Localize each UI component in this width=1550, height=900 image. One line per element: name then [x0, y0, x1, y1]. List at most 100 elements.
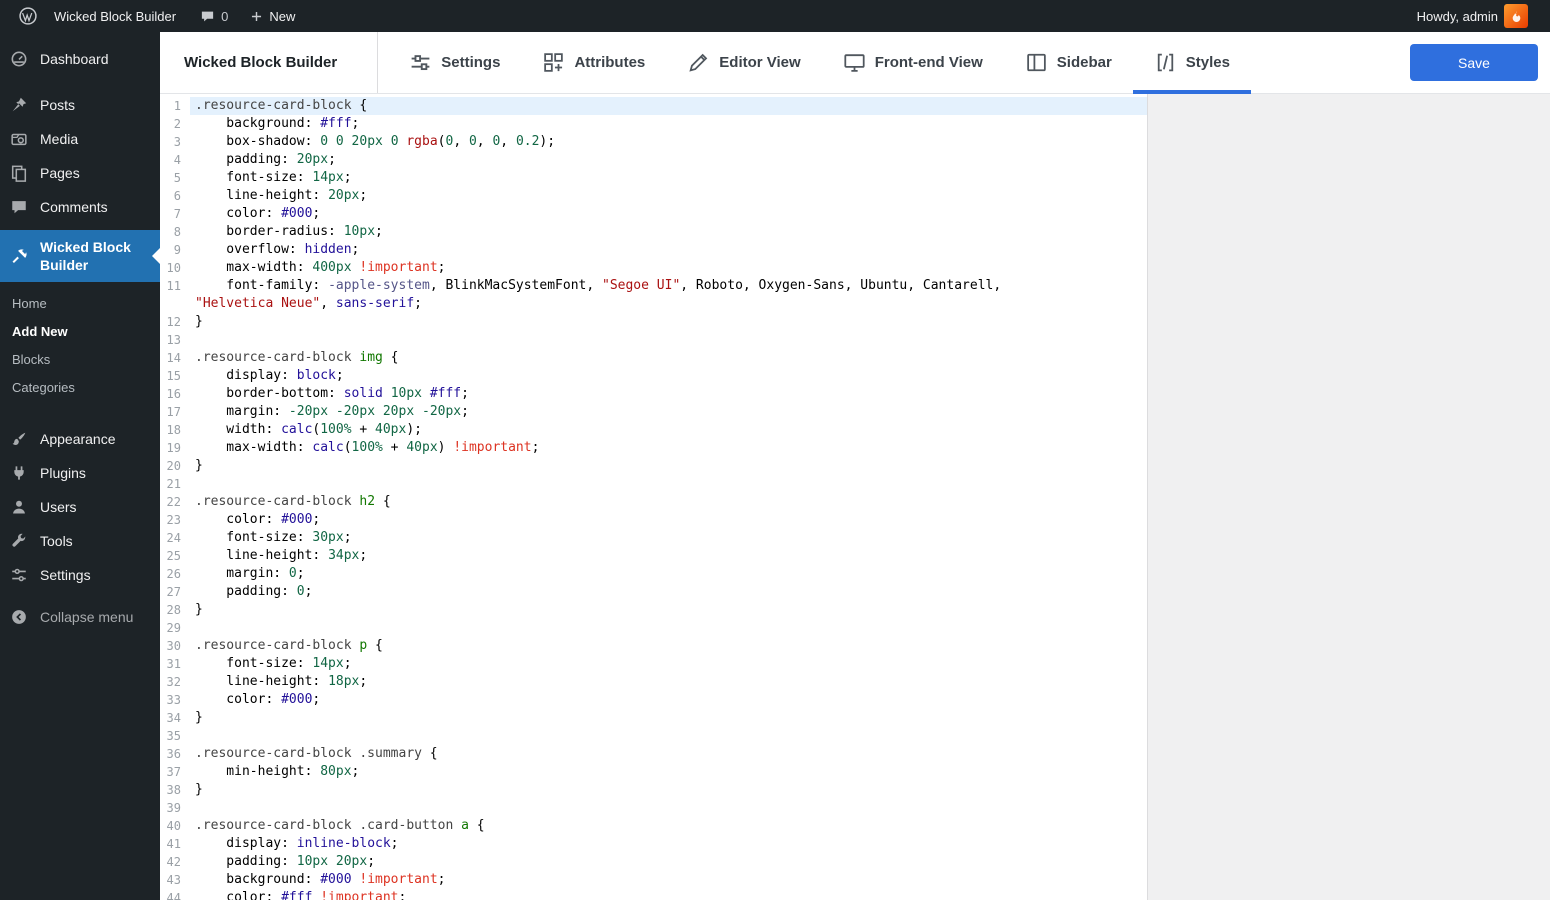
code-line[interactable]: 33 color: #000;	[160, 691, 1147, 709]
code-line[interactable]: "Helvetica Neue", sans-serif;	[160, 295, 1147, 313]
code-line[interactable]: 20}	[160, 457, 1147, 475]
code-line[interactable]: 12}	[160, 313, 1147, 331]
code-line[interactable]: 26 margin: 0;	[160, 565, 1147, 583]
code-line[interactable]: 40.resource-card-block .card-button a {	[160, 817, 1147, 835]
code-line[interactable]: 4 padding: 20px;	[160, 151, 1147, 169]
code-line[interactable]: 10 max-width: 400px !important;	[160, 259, 1147, 277]
camera-icon	[10, 130, 30, 148]
admin-bar-new[interactable]: New	[242, 0, 303, 32]
save-button[interactable]: Save	[1410, 44, 1538, 81]
code-line[interactable]: 35	[160, 727, 1147, 745]
tab-styles[interactable]: Styles	[1133, 32, 1251, 93]
css-code-editor[interactable]: 1.resource-card-block {2 background: #ff…	[160, 94, 1148, 900]
code-line[interactable]: 25 line-height: 34px;	[160, 547, 1147, 565]
admin-bar-comments[interactable]: 0	[192, 0, 236, 32]
code-line[interactable]: 36.resource-card-block .summary {	[160, 745, 1147, 763]
code-line[interactable]: 23 color: #000;	[160, 511, 1147, 529]
code-line[interactable]: 3 box-shadow: 0 0 20px 0 rgba(0, 0, 0, 0…	[160, 133, 1147, 151]
code-line[interactable]: 37 min-height: 80px;	[160, 763, 1147, 781]
code-line[interactable]: 41 display: inline-block;	[160, 835, 1147, 853]
code-line[interactable]: 9 overflow: hidden;	[160, 241, 1147, 259]
comments-count: 0	[221, 9, 228, 24]
sidebar-item-appearance[interactable]: Appearance	[0, 422, 160, 456]
code-line[interactable]: 24 font-size: 30px;	[160, 529, 1147, 547]
user-icon	[10, 498, 30, 516]
sidebar-item-settings[interactable]: Settings	[0, 558, 160, 592]
sidebar-item-dashboard[interactable]: Dashboard	[0, 42, 160, 76]
collapse-menu-button[interactable]: Collapse menu	[0, 600, 160, 634]
tab-attributes[interactable]: Attributes	[521, 32, 666, 93]
code-line[interactable]: 27 padding: 0;	[160, 583, 1147, 601]
line-number: 30	[160, 637, 190, 655]
line-number: 32	[160, 673, 190, 691]
howdy-account-menu[interactable]: Howdy, admin	[1409, 0, 1536, 32]
submenu-item-home[interactable]: Home	[0, 290, 160, 318]
styles-icon	[1154, 51, 1177, 74]
sidebar-item-pages[interactable]: Pages	[0, 156, 160, 190]
sidebar-item-posts[interactable]: Posts	[0, 88, 160, 122]
plugin-toolbar: Wicked Block Builder Settings Attributes	[160, 32, 1550, 94]
code-line[interactable]: 8 border-radius: 10px;	[160, 223, 1147, 241]
sidebar-item-comments[interactable]: Comments	[0, 190, 160, 224]
code-line[interactable]: 21	[160, 475, 1147, 493]
code-line[interactable]: 32 line-height: 18px;	[160, 673, 1147, 691]
sidebar-item-tools[interactable]: Tools	[0, 524, 160, 558]
code-line[interactable]: 7 color: #000;	[160, 205, 1147, 223]
monitor-icon	[843, 51, 866, 74]
tab-front-end-view[interactable]: Front-end View	[822, 32, 1004, 93]
submenu-item-categories[interactable]: Categories	[0, 374, 160, 402]
sidebar-item-plugins[interactable]: Plugins	[0, 456, 160, 490]
line-number: 20	[160, 457, 190, 475]
line-number: 34	[160, 709, 190, 727]
line-number: 36	[160, 745, 190, 763]
tab-sidebar[interactable]: Sidebar	[1004, 32, 1133, 93]
submenu-item-blocks[interactable]: Blocks	[0, 346, 160, 374]
plus-icon	[250, 10, 263, 23]
code-line[interactable]: 18 width: calc(100% + 40px);	[160, 421, 1147, 439]
admin-bar-site-name[interactable]: Wicked Block Builder	[46, 0, 184, 32]
code-line[interactable]: 29	[160, 619, 1147, 637]
wordpress-logo-menu[interactable]	[10, 0, 46, 32]
code-line[interactable]: 44 color: #fff !important;	[160, 889, 1147, 900]
code-lines: 1.resource-card-block {2 background: #ff…	[160, 97, 1147, 900]
line-number: 28	[160, 601, 190, 619]
sidebar-item-wicked-block-builder[interactable]: Wicked Block Builder	[0, 230, 160, 282]
tab-settings[interactable]: Settings	[388, 32, 521, 93]
sliders-icon	[10, 566, 30, 584]
sidebar-item-users[interactable]: Users	[0, 490, 160, 524]
line-number: 13	[160, 331, 190, 349]
line-number: 15	[160, 367, 190, 385]
admin-sidebar: Dashboard Posts Media Pages Comments	[0, 32, 160, 900]
submenu-item-add-new[interactable]: Add New	[0, 318, 160, 346]
code-line[interactable]: 16 border-bottom: solid 10px #fff;	[160, 385, 1147, 403]
code-line[interactable]: 6 line-height: 20px;	[160, 187, 1147, 205]
code-line[interactable]: 31 font-size: 14px;	[160, 655, 1147, 673]
code-line[interactable]: 34}	[160, 709, 1147, 727]
line-number: 40	[160, 817, 190, 835]
tab-editor-view[interactable]: Editor View	[666, 32, 821, 93]
line-number: 33	[160, 691, 190, 709]
code-line[interactable]: 22.resource-card-block h2 {	[160, 493, 1147, 511]
code-line[interactable]: 17 margin: -20px -20px 20px -20px;	[160, 403, 1147, 421]
code-line[interactable]: 39	[160, 799, 1147, 817]
code-line[interactable]: 15 display: block;	[160, 367, 1147, 385]
wordpress-logo-icon	[18, 6, 38, 26]
code-line[interactable]: 19 max-width: calc(100% + 40px) !importa…	[160, 439, 1147, 457]
code-line[interactable]: 42 padding: 10px 20px;	[160, 853, 1147, 871]
code-line[interactable]: 11 font-family: -apple-system, BlinkMacS…	[160, 277, 1147, 295]
code-line[interactable]: 43 background: #000 !important;	[160, 871, 1147, 889]
code-line[interactable]: 2 background: #fff;	[160, 115, 1147, 133]
code-line[interactable]: 1.resource-card-block {	[160, 97, 1147, 115]
code-line[interactable]: 28}	[160, 601, 1147, 619]
line-number: 8	[160, 223, 190, 241]
code-line[interactable]: 13	[160, 331, 1147, 349]
code-line[interactable]: 30.resource-card-block p {	[160, 637, 1147, 655]
code-line[interactable]: 38}	[160, 781, 1147, 799]
line-number: 39	[160, 799, 190, 817]
code-line[interactable]: 5 font-size: 14px;	[160, 169, 1147, 187]
line-number: 43	[160, 871, 190, 889]
toolbar-tabs: Settings Attributes Editor View	[388, 32, 1251, 93]
sidebar-item-media[interactable]: Media	[0, 122, 160, 156]
code-line[interactable]: 14.resource-card-block img {	[160, 349, 1147, 367]
flame-icon	[1509, 9, 1524, 24]
